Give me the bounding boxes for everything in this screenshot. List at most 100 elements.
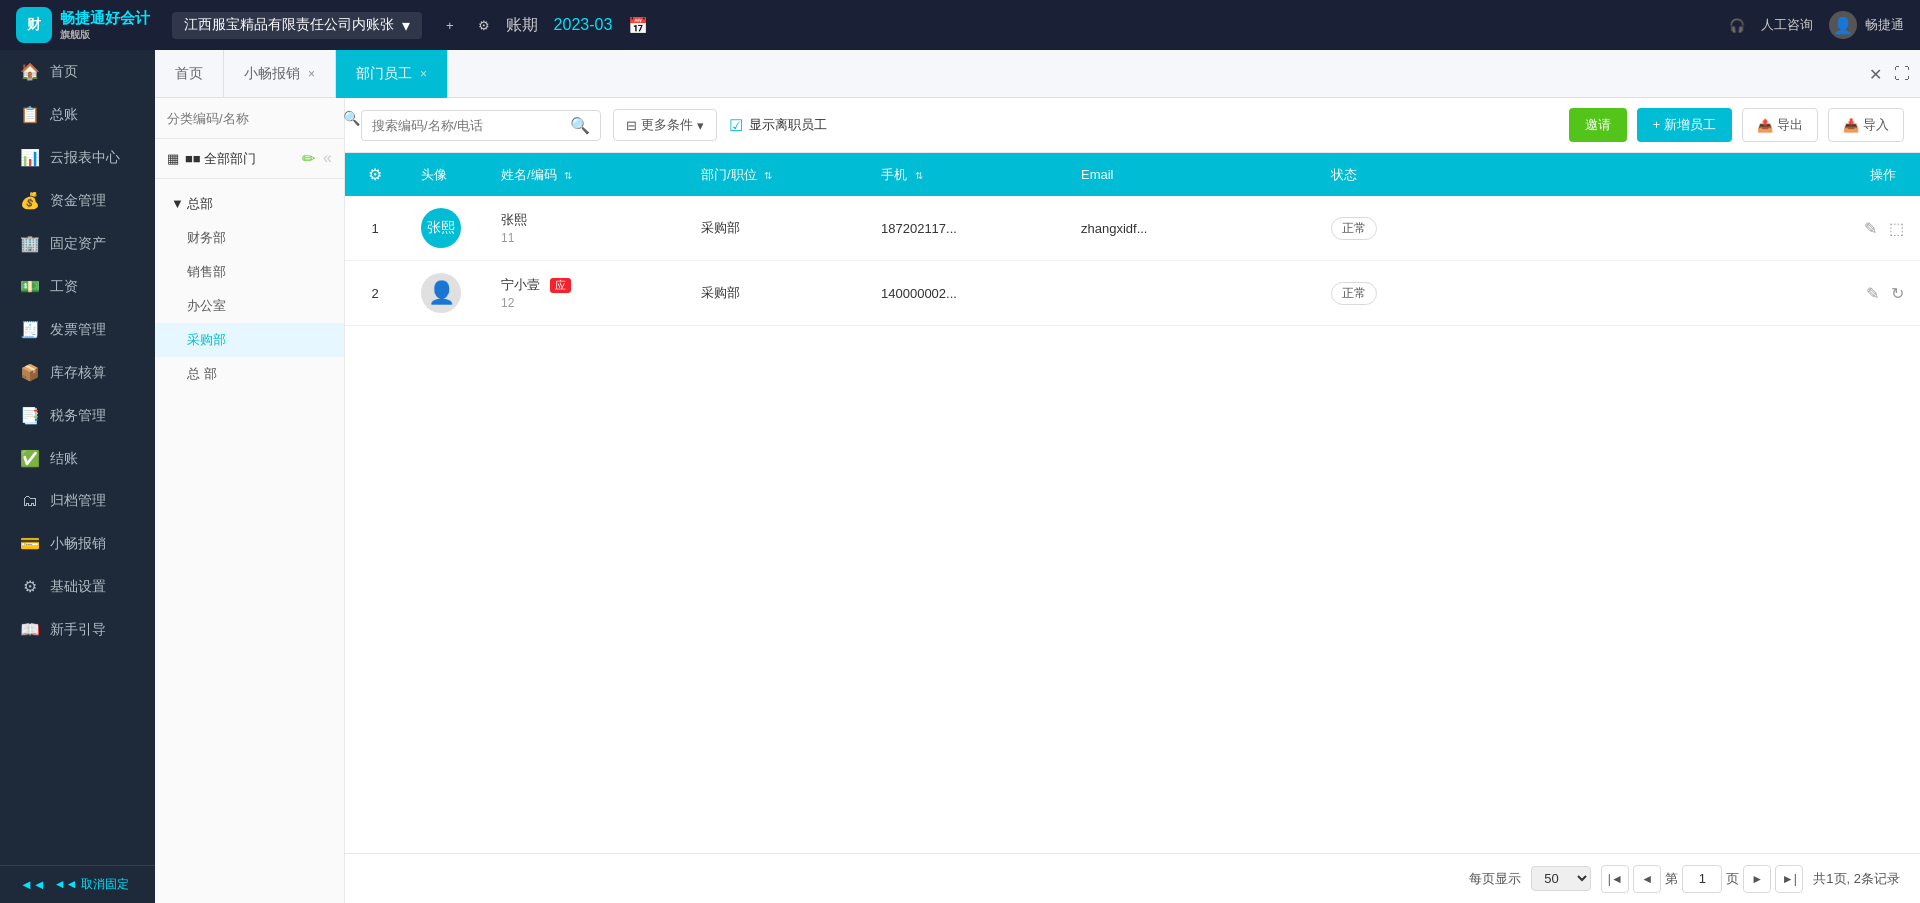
name-column-header[interactable]: 姓名/编码 ⇅	[485, 153, 685, 196]
sidebar-item-guide[interactable]: 📖 新手引导	[0, 608, 155, 651]
row1-status-badge: 正常	[1331, 217, 1377, 240]
dept-node-sales[interactable]: 销售部	[155, 255, 344, 289]
guide-icon: 📖	[20, 620, 40, 639]
dept-edit-icon[interactable]: ✏	[302, 149, 315, 168]
sidebar-item-payroll[interactable]: 💵 工资	[0, 265, 155, 308]
first-page-button[interactable]: |◄	[1601, 865, 1629, 893]
row1-code: 11	[501, 231, 669, 245]
sidebar-item-assets[interactable]: 🏢 固定资产	[0, 222, 155, 265]
tab-close-all-icon[interactable]: ✕	[1869, 64, 1882, 83]
filter-button[interactable]: ⊟ 更多条件 ▾	[613, 109, 717, 141]
tab-expense[interactable]: 小畅报销 ×	[224, 50, 336, 98]
sidebar-item-funds[interactable]: 💰 资金管理	[0, 179, 155, 222]
tab-home[interactable]: 首页	[155, 50, 224, 98]
sidebar-label-settings: 基础设置	[50, 578, 106, 596]
department-sidebar: 🔍 ▦ ■■ 全部部门 ✏ « ▼ 总部 财务部 销售部 办公室 采购部 总 部	[155, 98, 345, 903]
invite-button[interactable]: 邀请	[1569, 108, 1627, 142]
company-dropdown-icon[interactable]: ▾	[402, 16, 410, 35]
row1-avatar: 张熙	[421, 208, 461, 248]
avatar-header-label: 头像	[421, 167, 447, 182]
phone-sort-icon[interactable]: ⇅	[915, 170, 923, 181]
next-page-button[interactable]: ►	[1743, 865, 1771, 893]
settings-button[interactable]: ⚙	[478, 18, 490, 33]
dept-all-label[interactable]: ▦ ■■ 全部部门	[167, 150, 256, 168]
tab-expense-close[interactable]: ×	[308, 67, 315, 81]
sidebar-item-archive[interactable]: 🗂 归档管理	[0, 480, 155, 522]
prev-page-button[interactable]: ◄	[1633, 865, 1661, 893]
unpin-icon: ◄◄	[20, 877, 46, 892]
add-employee-button[interactable]: + 新增员工	[1637, 108, 1732, 142]
tax-icon: 📑	[20, 406, 40, 425]
show-resigned-option[interactable]: ☑ 显示离职员工	[729, 116, 827, 135]
phone-header-label: 手机	[881, 167, 907, 182]
row1-edit-icon[interactable]: ✎	[1864, 219, 1877, 238]
company-selector[interactable]: 江西服宝精品有限责任公司内账张 ▾	[172, 12, 422, 39]
row1-email: zhangxidf...	[1081, 221, 1148, 236]
dept-node-office[interactable]: 办公室	[155, 289, 344, 323]
name-sort-icon[interactable]: ⇅	[564, 170, 572, 181]
row2-status-badge: 正常	[1331, 282, 1377, 305]
import-button[interactable]: 📥 导入	[1828, 108, 1904, 142]
row2-edit-icon[interactable]: ✎	[1866, 284, 1879, 303]
row2-phone-cell: 140000002...	[865, 261, 1065, 326]
sidebar-item-expense[interactable]: 💳 小畅报销	[0, 522, 155, 565]
row1-phone-cell: 187202117...	[865, 196, 1065, 261]
sidebar-label-checkout: 结账	[50, 450, 78, 468]
dept-node-parent[interactable]: ▼ 总部	[155, 187, 344, 221]
period-value[interactable]: 2023-03	[554, 16, 613, 34]
dept-search-input[interactable]	[167, 111, 335, 126]
avatar-icon: 👤	[1833, 16, 1853, 35]
tab-department[interactable]: 部门员工 ×	[336, 50, 448, 98]
phone-column-header[interactable]: 手机 ⇅	[865, 153, 1065, 196]
logo-text: 畅捷通好会计 旗舰版	[60, 9, 150, 42]
row1-name-cell: 张熙 11	[485, 196, 685, 261]
unpin-button[interactable]: ◄◄ ◄◄ 取消固定	[0, 865, 155, 903]
payroll-icon: 💵	[20, 277, 40, 296]
employee-toolbar: 🔍 ⊟ 更多条件 ▾ ☑ 显示离职员工 邀请 + 新增员工 📤 导出	[345, 98, 1920, 153]
sidebar-item-checkout[interactable]: ✅ 结账	[0, 437, 155, 480]
per-page-select[interactable]: 50 100 200	[1531, 866, 1591, 891]
row2-refresh-icon[interactable]: ↻	[1891, 284, 1904, 303]
customer-service-label[interactable]: 人工咨询	[1761, 16, 1813, 34]
table-row: 1 张熙 张熙 11 采购部	[345, 196, 1920, 261]
dept-node-general[interactable]: 总 部	[155, 357, 344, 391]
settings-column-header[interactable]: ⚙	[345, 153, 405, 196]
employee-search-input[interactable]	[372, 118, 562, 133]
dept-node-finance[interactable]: 财务部	[155, 221, 344, 255]
funds-icon: 💰	[20, 191, 40, 210]
sidebar-item-invoice[interactable]: 🧾 发票管理	[0, 308, 155, 351]
dept-collapse-icon[interactable]: «	[323, 149, 332, 168]
add-button[interactable]: +	[446, 18, 454, 33]
sidebar-item-home[interactable]: 🏠 首页	[0, 50, 155, 93]
dept-header: ▦ ■■ 全部部门 ✏ «	[155, 139, 344, 179]
sidebar-item-tax[interactable]: 📑 税务管理	[0, 394, 155, 437]
tab-expense-label: 小畅报销	[244, 65, 300, 83]
show-resigned-label: 显示离职员工	[749, 116, 827, 134]
dept-column-header[interactable]: 部门/职位 ⇅	[685, 153, 865, 196]
row2-dept-cell: 采购部	[685, 261, 865, 326]
email-column-header: Email	[1065, 153, 1315, 196]
sidebar-item-ledger[interactable]: 📋 总账	[0, 93, 155, 136]
table-settings-gear-icon[interactable]: ⚙	[368, 166, 382, 183]
tab-expand-icon[interactable]: ⛶	[1894, 64, 1910, 83]
filter-icon: ⊟	[626, 118, 637, 133]
calendar-icon[interactable]: 📅	[628, 16, 648, 35]
row1-more-icon[interactable]: ⬚	[1889, 219, 1904, 238]
sidebar-item-settings[interactable]: ⚙ 基础设置	[0, 565, 155, 608]
last-page-button[interactable]: ►|	[1775, 865, 1803, 893]
unpin-label: ◄◄ 取消固定	[54, 876, 129, 893]
export-label: 导出	[1777, 116, 1803, 134]
sidebar-item-reports[interactable]: 📊 云报表中心	[0, 136, 155, 179]
sidebar-item-inventory[interactable]: 📦 库存核算	[0, 351, 155, 394]
tab-department-close[interactable]: ×	[420, 67, 427, 81]
dept-node-purchase[interactable]: 采购部	[155, 323, 344, 357]
sidebar: 🏠 首页 📋 总账 📊 云报表中心 💰 资金管理 🏢 固定资产 💵 工资 🧾 发…	[0, 50, 155, 903]
dept-sort-icon[interactable]: ⇅	[764, 170, 772, 181]
period-label: 账期	[506, 15, 538, 36]
row1-phone: 187202117...	[881, 221, 957, 236]
row2-badge: 应	[550, 278, 571, 293]
export-button[interactable]: 📤 导出	[1742, 108, 1818, 142]
tab-end-icons: ✕ ⛶	[1869, 64, 1910, 83]
employee-search-icon[interactable]: 🔍	[570, 116, 590, 135]
page-number-input[interactable]	[1682, 865, 1722, 893]
